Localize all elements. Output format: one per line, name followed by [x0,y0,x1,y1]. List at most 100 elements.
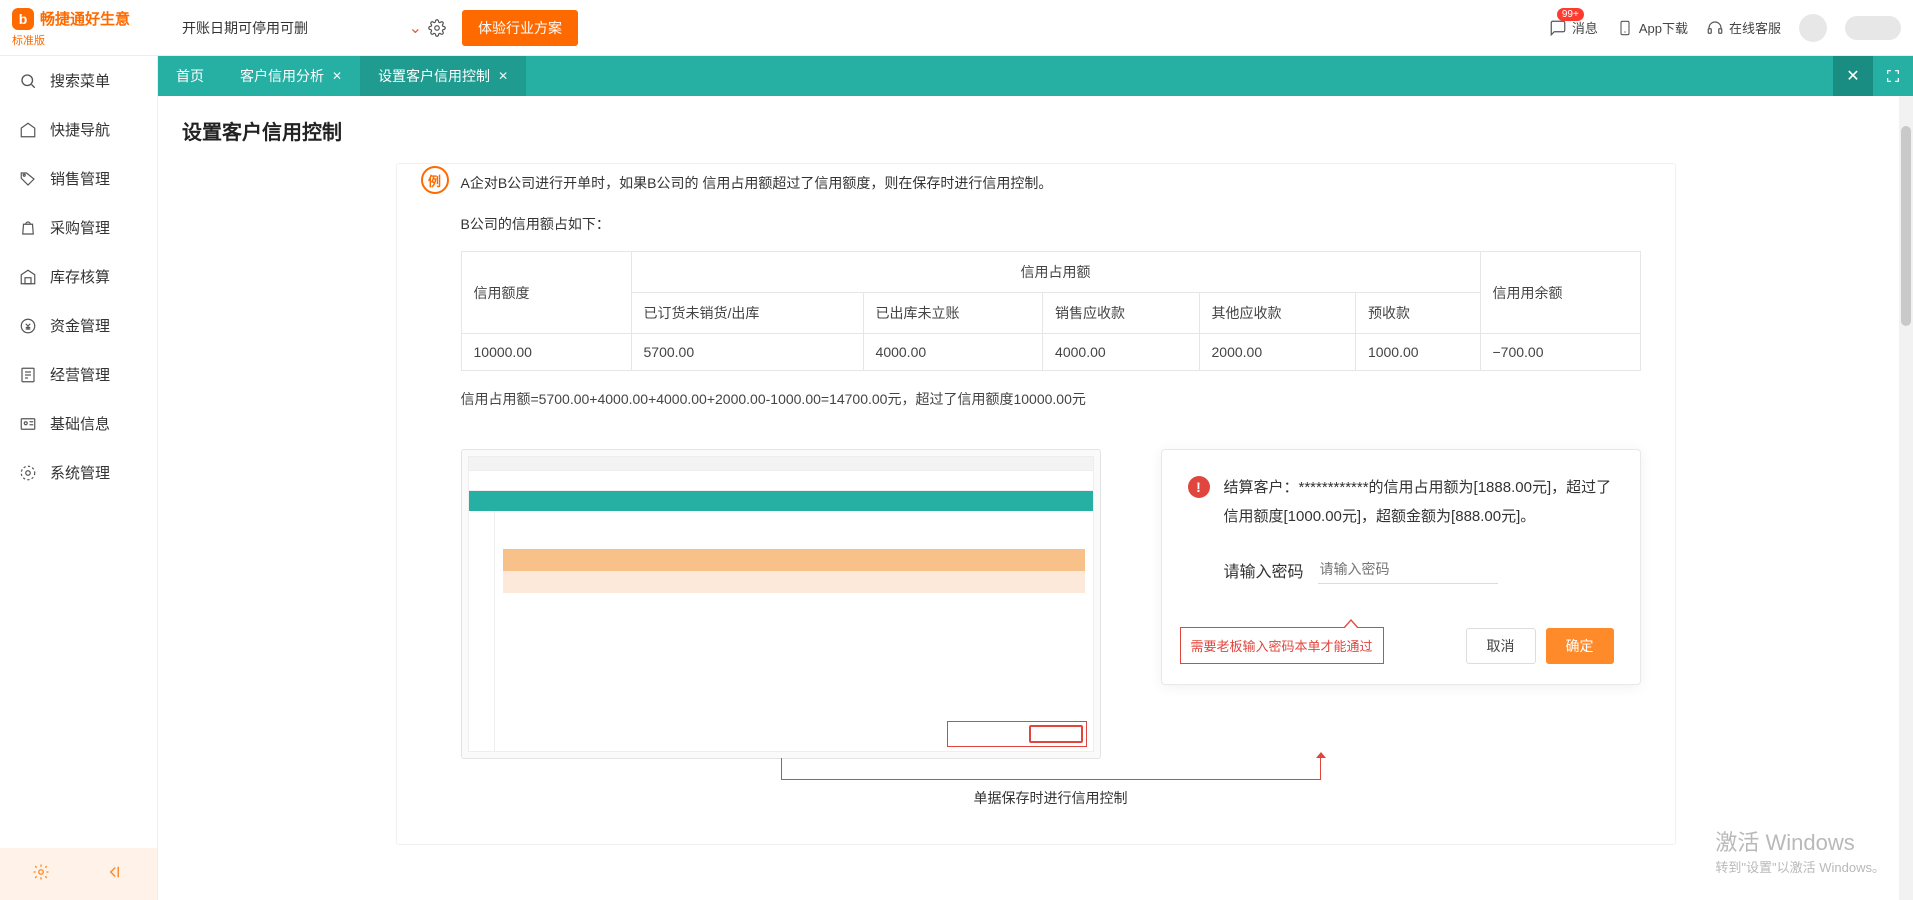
cancel-button[interactable]: 取消 [1466,628,1536,664]
th-c4: 其他应收款 [1199,293,1355,334]
tag-icon [18,169,38,189]
chevron-down-icon: ⌄ [409,18,422,38]
dialog-callout: 需要老板输入密码本单才能通过 [1180,627,1384,664]
sidebar-item-basicinfo[interactable]: 基础信息 [0,399,157,448]
cell-v5: 1000.00 [1355,334,1480,371]
screenshot-thumbnail [461,449,1101,759]
cell-v3: 4000.00 [1043,334,1199,371]
password-input[interactable] [1318,555,1498,584]
headset-icon [1706,19,1724,37]
main: 首页 客户信用分析 ✕ 设置客户信用控制 ✕ ✕ 设置客户信用控制 例 [158,56,1913,900]
user-menu[interactable] [1845,16,1901,40]
brand-logo: b 畅捷通好生意 标准版 [12,8,170,48]
cell-balance: −700.00 [1480,334,1640,371]
sidebar-item-inventory[interactable]: 库存核算 [0,252,157,301]
sidebar-item-label: 销售管理 [50,168,110,189]
cell-limit: 10000.00 [461,334,631,371]
th-balance: 信用用余额 [1480,252,1640,334]
warning-icon: ! [1188,476,1210,498]
messages-button[interactable]: 99+ 消息 [1549,18,1598,37]
home-icon [18,120,38,140]
tab-fullscreen-button[interactable] [1873,56,1913,96]
annotation-connector [781,779,1321,780]
page-title: 设置客户信用控制 [182,116,1889,145]
sidebar-item-operations[interactable]: 经营管理 [0,350,157,399]
credit-table: 信用额度 信用占用额 信用用余额 已订货未销货/出库 已出库未立账 销售应收款 … [461,251,1641,371]
settings-icon [18,463,38,483]
support-label: 在线客服 [1729,18,1781,37]
coin-icon [18,316,38,336]
topbar: b 畅捷通好生意 标准版 开账日期可停用可删 ⌄ 体验行业方案 99+ 消息 A… [0,0,1913,56]
sidebar-item-label: 搜索菜单 [50,70,110,91]
scrollbar-thumb[interactable] [1901,126,1911,326]
support-button[interactable]: 在线客服 [1706,18,1781,37]
sidebar-item-sales[interactable]: 销售管理 [0,154,157,203]
sidebar: 搜索菜单 快捷导航 销售管理 采购管理 库存核算 资金管理 经营管理 基础信息 [0,56,158,900]
sidebar-item-label: 基础信息 [50,413,110,434]
sidebar-item-label: 采购管理 [50,217,110,238]
bill-type-selector[interactable]: 开账日期可停用可删 ⌄ [182,18,422,38]
phone-icon [1616,19,1634,37]
tab-home[interactable]: 首页 [158,56,222,96]
close-icon[interactable]: ✕ [498,69,508,83]
sidebar-item-funds[interactable]: 资金管理 [0,301,157,350]
app-download-label: App下载 [1639,18,1688,37]
card-icon [18,414,38,434]
tab-close-all-button[interactable]: ✕ [1833,56,1873,96]
close-icon[interactable]: ✕ [332,69,342,83]
cell-v1: 5700.00 [631,334,863,371]
sidebar-item-purchase[interactable]: 采购管理 [0,203,157,252]
example-badge: 例 [421,166,449,194]
th-c1: 已订货未销货/出库 [631,293,863,334]
annotation-text: 单据保存时进行信用控制 [461,788,1641,808]
brand-mark-icon: b [12,8,34,30]
credit-warning-dialog: ! 结算客户：************的信用占用额为[1888.00元]，超过了… [1161,449,1641,685]
messages-badge: 99+ [1557,8,1584,21]
sidebar-item-label: 资金管理 [50,315,110,336]
th-c3: 销售应收款 [1043,293,1199,334]
sidebar-item-search[interactable]: 搜索菜单 [0,56,157,105]
brand-name: 畅捷通好生意 [40,8,130,29]
sidebar-item-label: 快捷导航 [50,119,110,140]
app-download-button[interactable]: App下载 [1616,18,1688,37]
tab-credit-settings[interactable]: 设置客户信用控制 ✕ [360,56,526,96]
report-icon [18,365,38,385]
doc-card: 例 A企对B公司进行开单时，如果B公司的 信用占用额超过了信用额度，则在保存时进… [396,163,1676,845]
screenshot-save-highlight [1029,725,1083,743]
brand-edition: 标准版 [12,32,45,48]
bill-type-label: 开账日期可停用可删 [182,18,308,38]
gear-icon [428,19,446,37]
try-industry-button[interactable]: 体验行业方案 [462,10,578,46]
bill-settings-button[interactable] [422,13,452,43]
th-c5: 预收款 [1355,293,1480,334]
cell-v2: 4000.00 [863,334,1043,371]
sidebar-collapse-button[interactable] [107,865,125,884]
password-label: 请输入密码 [1224,558,1304,582]
sidebar-item-system[interactable]: 系统管理 [0,448,157,497]
gear-icon [32,863,50,881]
bag-icon [18,218,38,238]
table-row: 10000.00 5700.00 4000.00 4000.00 2000.00… [461,334,1640,371]
th-c2: 已出库未立账 [863,293,1043,334]
scrollbar[interactable] [1899,96,1913,900]
th-limit: 信用额度 [461,252,631,334]
sidebar-item-label: 系统管理 [50,462,110,483]
topbar-right: 99+ 消息 App下载 在线客服 [1549,14,1901,42]
sidebar-item-label: 库存核算 [50,266,110,287]
sidebar-item-label: 经营管理 [50,364,110,385]
dialog-message: 结算客户：************的信用占用额为[1888.00元]，超过了信用… [1224,474,1614,531]
fullscreen-icon [1885,68,1901,84]
sidebar-item-quicknav[interactable]: 快捷导航 [0,105,157,154]
warehouse-icon [18,267,38,287]
search-icon [18,71,38,91]
example-subline: B公司的信用额占如下： [461,211,1641,238]
cell-v4: 2000.00 [1199,334,1355,371]
sidebar-footer [0,848,157,900]
tab-credit-analysis[interactable]: 客户信用分析 ✕ [222,56,360,96]
example-sentence: A企对B公司进行开单时，如果B公司的 信用占用额超过了信用额度，则在保存时进行信… [461,170,1641,197]
page-body: 设置客户信用控制 例 A企对B公司进行开单时，如果B公司的 信用占用额超过了信用… [158,96,1913,900]
avatar[interactable] [1799,14,1827,42]
sidebar-settings-button[interactable] [32,863,50,886]
calc-line: 信用占用额=5700.00+4000.00+4000.00+2000.00-10… [461,389,1641,409]
ok-button[interactable]: 确定 [1546,628,1614,664]
